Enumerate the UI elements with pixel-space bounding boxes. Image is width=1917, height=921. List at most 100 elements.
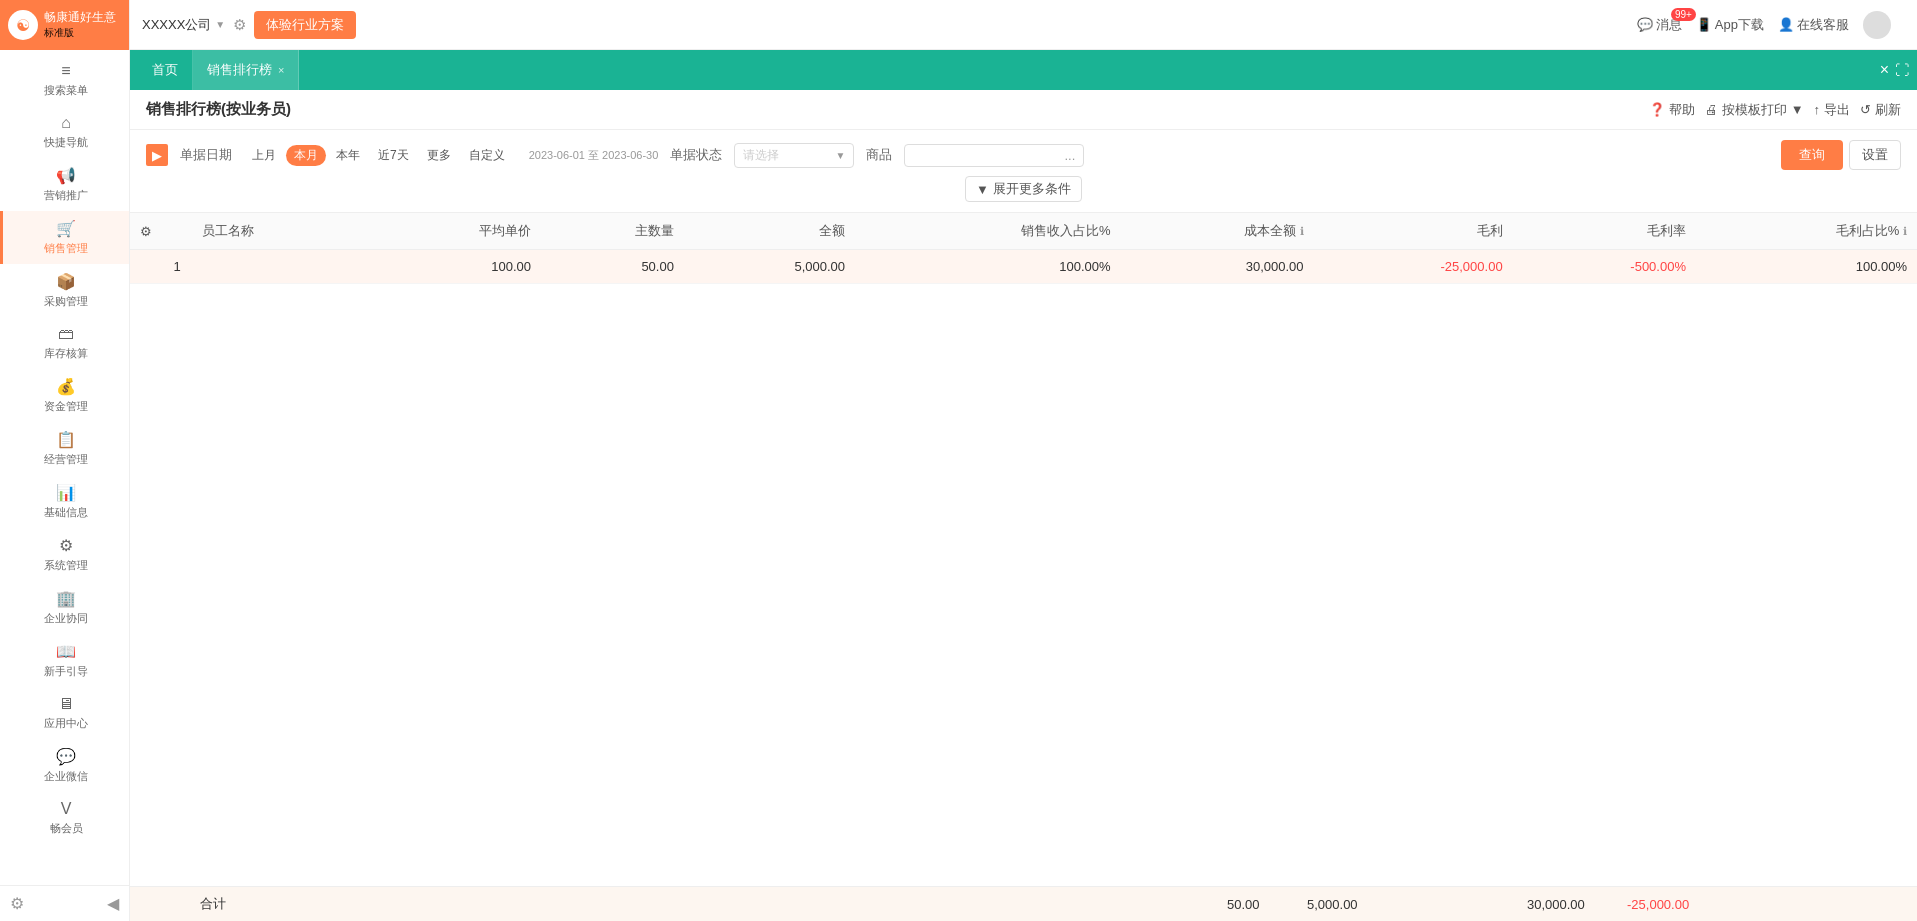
th-cost: 成本全额 ℹ [1121,213,1314,250]
refresh-btn[interactable]: ↺ 刷新 [1860,101,1901,119]
sidebar-item-marketing[interactable]: 📢营销推广 [0,158,129,211]
help-icon: ❓ [1649,102,1665,117]
tab-home[interactable]: 首页 [138,50,193,90]
row-gross: -25,000.00 [1314,250,1513,284]
total-cost: 30,000.00 [1517,887,1617,922]
service-label: 在线客服 [1797,16,1849,34]
logo-subtitle: 标准版 [44,26,116,40]
sidebar-bottom: ⚙ ◀ [0,885,129,921]
sidebar-item-system[interactable]: ⚙系统管理 [0,528,129,581]
main-area: XXXXX公司 ▼ ⚙ 体验行业方案 💬 消息 99+ 📱 App下载 👤 在线… [130,0,1917,921]
row-settings[interactable] [130,250,162,284]
tab-sales-ranking[interactable]: 销售排行榜 × [193,50,299,90]
date-range: 2023-06-01 至 2023-06-30 [529,148,659,163]
date-tab-上月[interactable]: 上月 [244,145,284,166]
purchase-icon: 📦 [56,272,76,291]
total-amount: 5,000.00 [1297,887,1397,922]
th-rank [162,213,192,250]
cost-info-icon[interactable]: ℹ [1300,225,1304,237]
sidebar-item-guide[interactable]: 📖新手引导 [0,634,129,687]
date-tab-更多[interactable]: 更多 [419,145,459,166]
message-icon: 💬 [1637,17,1653,32]
tab-close-icon[interactable]: × [278,64,284,76]
online-service-btn[interactable]: 👤 在线客服 [1778,16,1849,34]
service-icon: 👤 [1778,17,1794,32]
goods-more[interactable]: ... [1065,148,1076,163]
query-btn[interactable]: 查询 [1781,140,1843,170]
inventory-icon: 🗃 [58,325,74,343]
tabbar-expand-icon[interactable]: ⛶ [1895,62,1909,78]
goods-input[interactable]: ... [904,144,1084,167]
company-selector[interactable]: XXXXX公司 ▼ [142,16,225,34]
row-gross-rate: -500.00% [1513,250,1696,284]
sidebar-item-quick-nav[interactable]: ⌂快捷导航 [0,106,129,158]
search-order-icon: ≡ [61,62,70,80]
sidebar-item-search-order[interactable]: ≡搜索菜单 [0,54,129,106]
guide-icon: 📖 [56,642,76,661]
gross-pct-info-icon[interactable]: ℹ [1903,225,1907,237]
status-select-arrow: ▼ [835,150,845,161]
tab-sales-ranking-label: 销售排行榜 [207,61,272,79]
filter-area: ▶ 单据日期 上月本月本年近7天更多自定义 2023-06-01 至 2023-… [130,130,1917,213]
sidebar-collapse-icon[interactable]: ◀ [107,894,119,913]
row-name [192,250,366,284]
date-tab-本月[interactable]: 本月 [286,145,326,166]
filter-expand-arrow[interactable]: ▶ [146,144,168,166]
row-sales-pct: 100.00% [855,250,1121,284]
filter-expand-btn[interactable]: ▼ 展开更多条件 [965,176,1082,202]
sidebar-item-operation[interactable]: 📋经营管理 [0,422,129,475]
table-header: ⚙ 员工名称 平均单价 主数量 全额 销售收入占比% 成本全额 ℹ 毛利 毛利率… [130,213,1917,250]
topbar-settings-icon[interactable]: ⚙ [233,16,246,34]
print-dropdown-icon: ▼ [1791,102,1804,117]
page-header-actions: ❓ 帮助 🖨 按模板打印 ▼ ↑ 导出 ↺ 刷新 [1649,101,1901,119]
sidebar-item-purchase[interactable]: 📦采购管理 [0,264,129,317]
user-avatar[interactable] [1863,11,1891,39]
sidebar-item-inventory[interactable]: 🗃库存核算 [0,317,129,369]
date-tabs: 上月本月本年近7天更多自定义 [244,145,513,166]
print-btn[interactable]: 🖨 按模板打印 ▼ [1705,101,1804,119]
sidebar-settings-icon[interactable]: ⚙ [10,894,24,913]
topbar: XXXXX公司 ▼ ⚙ 体验行业方案 💬 消息 99+ 📱 App下载 👤 在线… [130,0,1917,50]
help-btn[interactable]: ❓ 帮助 [1649,101,1695,119]
company-dropdown-icon: ▼ [215,19,225,30]
page-header: 销售排行榜(按业务员) ❓ 帮助 🖨 按模板打印 ▼ ↑ 导出 ↺ 刷新 [130,90,1917,130]
th-gross: 毛利 [1314,213,1513,250]
marketing-icon: 📢 [56,166,76,185]
app-download-btn[interactable]: 📱 App下载 [1696,16,1764,34]
sidebar-item-enterprise-wechat[interactable]: 💬企业微信 [0,739,129,792]
tabbar-close-icon[interactable]: × [1880,61,1889,79]
th-gross-pct: 毛利占比% ℹ [1696,213,1917,250]
row-avg-price: 100.00 [366,250,540,284]
total-row: 合计 50.00 5,000.00 30,000.00 -25,000.00 [130,886,1917,921]
date-tab-自定义[interactable]: 自定义 [461,145,513,166]
goods-filter-label: 商品 [866,146,892,164]
data-table: ⚙ 员工名称 平均单价 主数量 全额 销售收入占比% 成本全额 ℹ 毛利 毛利率… [130,213,1917,284]
status-select-value: 请选择 [743,147,831,164]
total-qty: 50.00 [1217,887,1297,922]
row-cost: 30,000.00 [1121,250,1314,284]
trial-btn[interactable]: 体验行业方案 [254,11,356,39]
row-rank: 1 [162,250,192,284]
sidebar-item-basic-info[interactable]: 📊基础信息 [0,475,129,528]
page-title: 销售排行榜(按业务员) [146,100,291,119]
status-select[interactable]: 请选择 ▼ [734,143,854,168]
total-label: 合计 [190,887,1117,922]
topbar-right: 💬 消息 99+ 📱 App下载 👤 在线客服 [1637,11,1905,39]
date-tab-本年[interactable]: 本年 [328,145,368,166]
message-btn[interactable]: 💬 消息 99+ [1637,16,1682,34]
member-icon: V [61,800,72,818]
app-label: App下载 [1715,16,1764,34]
filter-settings-btn[interactable]: 设置 [1849,140,1901,170]
th-settings[interactable]: ⚙ [130,213,162,250]
logo-icon: ☯ [8,10,38,40]
sidebar-item-member[interactable]: V畅会员 [0,792,129,844]
export-btn[interactable]: ↑ 导出 [1814,101,1851,119]
tab-home-label: 首页 [152,61,178,79]
sidebar-item-app-center[interactable]: 🖥应用中心 [0,687,129,739]
finance-icon: 💰 [56,377,76,396]
sidebar-item-finance[interactable]: 💰资金管理 [0,369,129,422]
date-tab-近7天[interactable]: 近7天 [370,145,417,166]
tabbar: 首页 销售排行榜 × × ⛶ [130,50,1917,90]
sidebar-item-sales[interactable]: 🛒销售管理 [0,211,129,264]
sidebar-item-enterprise[interactable]: 🏢企业协同 [0,581,129,634]
